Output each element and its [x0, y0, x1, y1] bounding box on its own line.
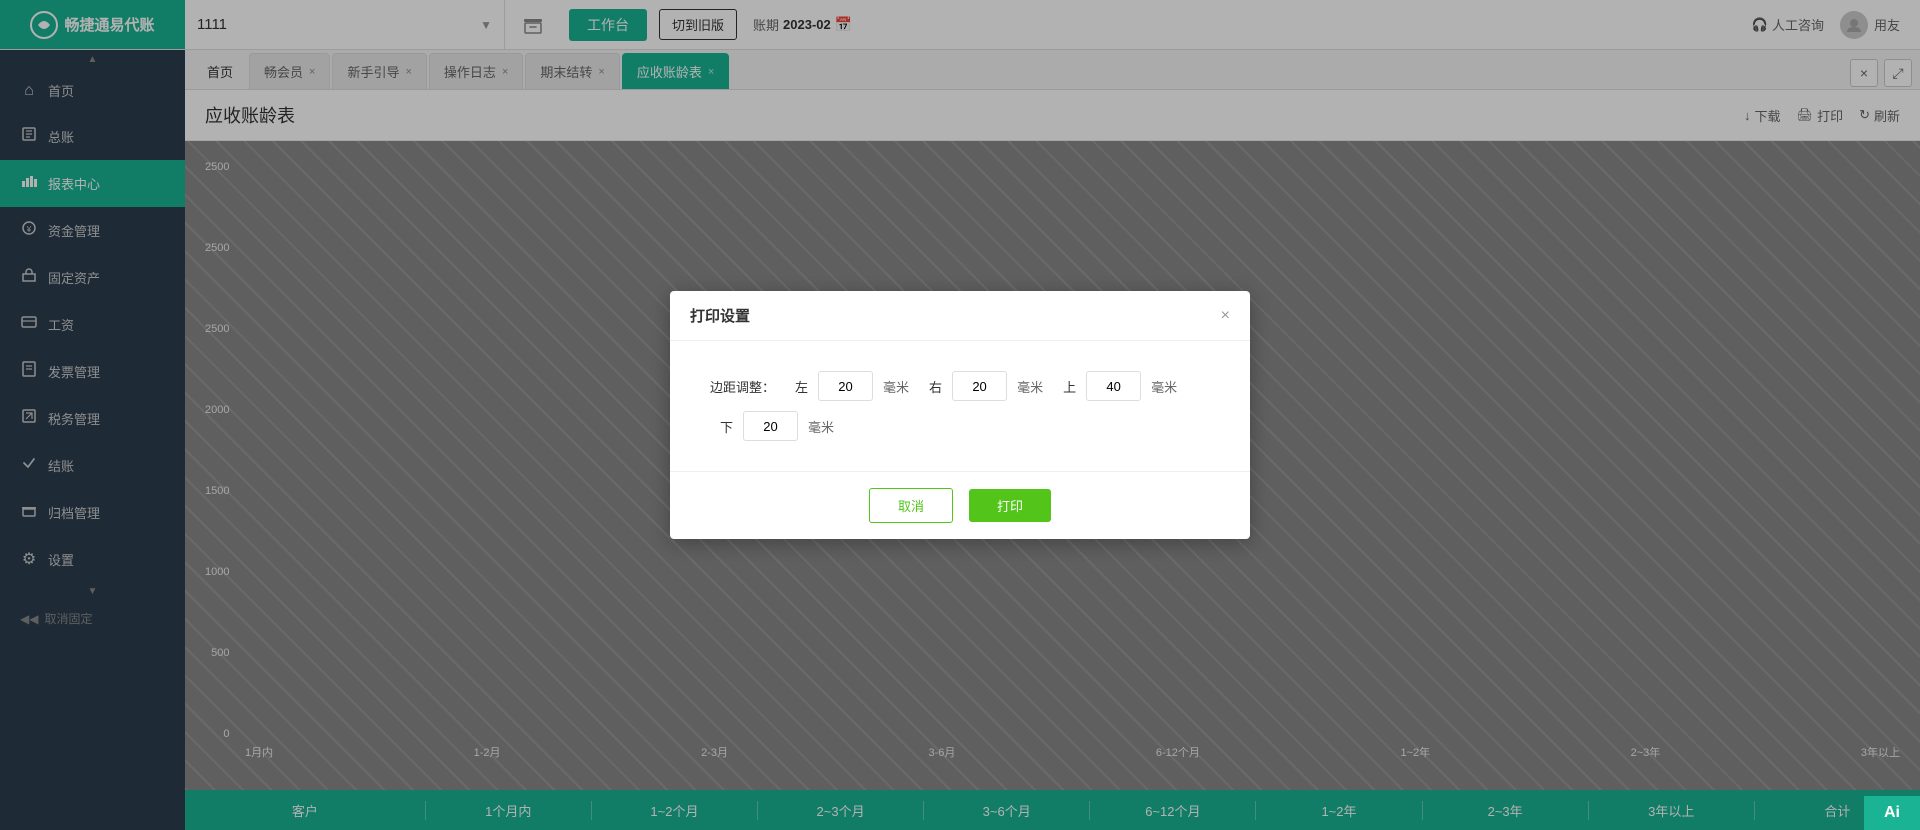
modal-title: 打印设置 [690, 305, 750, 326]
right-unit: 毫米 [1017, 377, 1043, 396]
bottom-unit: 毫米 [808, 417, 834, 436]
bottom-direction-label: 下 [720, 417, 733, 436]
margin-row: 边距调整： 左 毫米 右 毫米 上 毫米 下 毫米 [710, 371, 1210, 441]
ai-badge[interactable]: Ai [1864, 796, 1920, 830]
right-margin-input[interactable] [952, 371, 1007, 401]
ai-badge-label: Ai [1884, 804, 1900, 821]
top-unit: 毫米 [1151, 377, 1177, 396]
modal-footer: 取消 打印 [670, 471, 1250, 539]
bottom-margin-input[interactable] [743, 411, 798, 441]
left-unit: 毫米 [883, 377, 909, 396]
modal-header: 打印设置 × [670, 291, 1250, 341]
left-direction-label: 左 [795, 377, 808, 396]
top-direction-label: 上 [1063, 377, 1076, 396]
modal-body: 边距调整： 左 毫米 右 毫米 上 毫米 下 毫米 [670, 341, 1250, 471]
print-dialog: 打印设置 × 边距调整： 左 毫米 右 毫米 上 毫米 下 毫米 取消 打印 [670, 291, 1250, 539]
margin-adjust-label: 边距调整： [710, 377, 775, 396]
print-confirm-button[interactable]: 打印 [969, 489, 1051, 522]
right-direction-label: 右 [929, 377, 942, 396]
left-margin-input[interactable] [818, 371, 873, 401]
modal-close-btn[interactable]: × [1221, 307, 1230, 325]
modal-overlay: 打印设置 × 边距调整： 左 毫米 右 毫米 上 毫米 下 毫米 取消 打印 [0, 0, 1920, 830]
cancel-button[interactable]: 取消 [869, 488, 953, 523]
top-margin-input[interactable] [1086, 371, 1141, 401]
